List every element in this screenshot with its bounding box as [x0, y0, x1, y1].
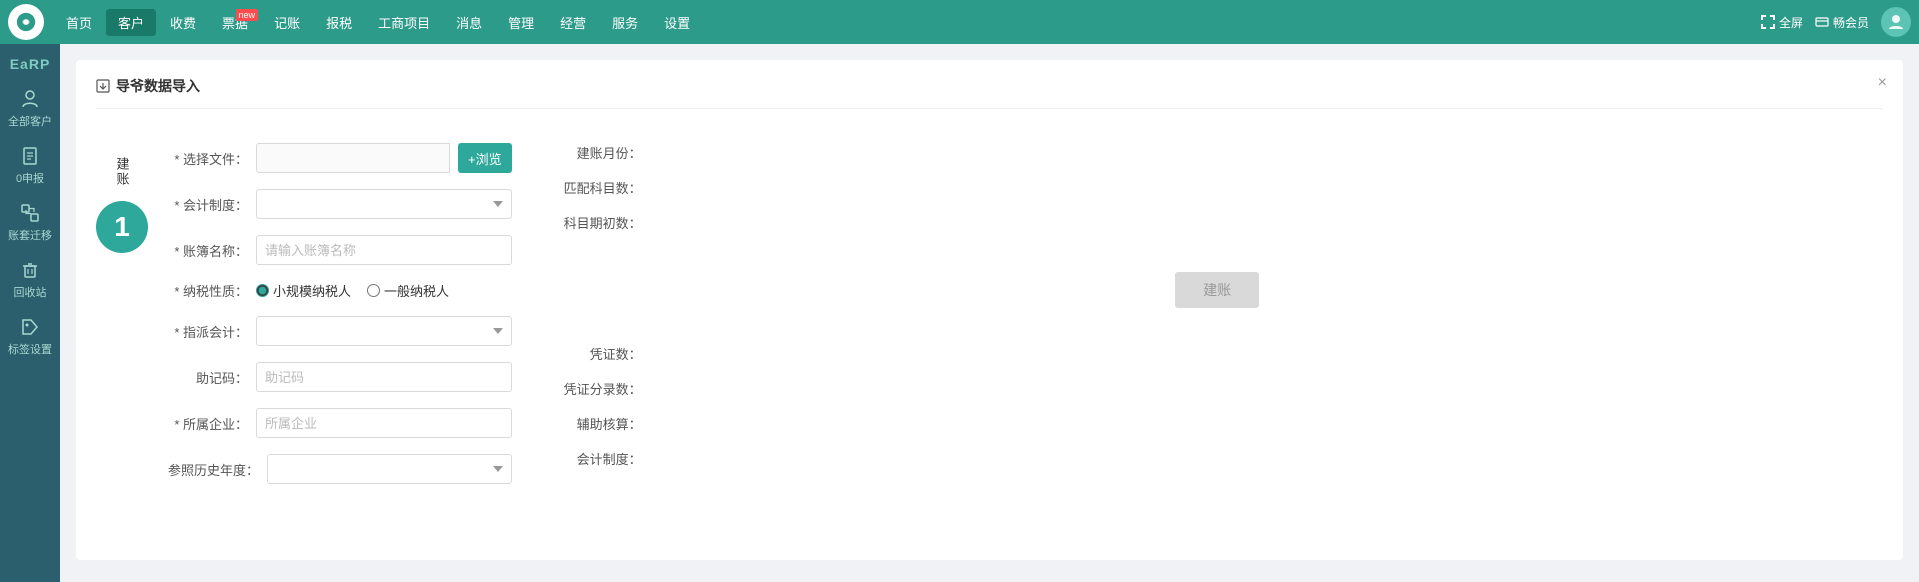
nav-home[interactable]: 首页 [54, 9, 104, 36]
tax-small-option[interactable]: 小规模纳税人 [256, 281, 351, 300]
nav-fees[interactable]: 收费 [158, 9, 208, 36]
ledger-name-input[interactable] [256, 235, 512, 265]
right-accounting-system-label: 会计制度： [552, 449, 642, 468]
match-subjects-row: 匹配科目数： [552, 178, 1883, 197]
company-row: * 所属企业： [168, 408, 512, 438]
main-content: 导爷数据导入 × 建账 1 * 选择文件： +浏览 [60, 44, 1919, 582]
aux-accounting-row: 辅助核算： [552, 414, 1883, 433]
membership-label: 畅会员 [1833, 14, 1869, 31]
sidebar-item-all-customers[interactable]: 全部客户 [0, 80, 60, 137]
sidebar-item-declaration[interactable]: 0申报 [0, 137, 60, 194]
company-label: * 所属企业： [168, 414, 248, 433]
step-label: 建账 [113, 157, 132, 187]
nav-right: 全屏 畅会员 [1761, 7, 1911, 37]
new-badge: new [236, 9, 259, 21]
sidebar-label-tag-settings: 标签设置 [8, 341, 52, 357]
browse-btn[interactable]: +浏览 [458, 143, 512, 173]
file-label: * 选择文件： [168, 149, 248, 168]
voucher-count-label: 凭证数： [552, 344, 642, 363]
tax-general-label: 一般纳税人 [384, 281, 449, 300]
transfer-icon [19, 202, 41, 224]
history-year-label: 参照历史年度： [168, 460, 259, 479]
history-year-select[interactable] [267, 454, 512, 484]
step-indicator: 建账 1 [96, 151, 148, 253]
dialog: 导爷数据导入 × 建账 1 * 选择文件： +浏览 [76, 60, 1903, 560]
form-left: 建账 1 * 选择文件： +浏览 * 会计制度： [96, 143, 512, 500]
person-icon [19, 88, 41, 110]
memo-row: 助记码： [168, 362, 512, 392]
aux-accounting-label: 辅助核算： [552, 414, 642, 433]
sidebar-label-declaration: 0申报 [16, 170, 44, 186]
tax-type-label: * 纳税性质： [168, 281, 248, 300]
voucher-count-row: 凭证数： [552, 344, 1883, 363]
accountant-label: * 指派会计： [168, 322, 248, 341]
fullscreen-btn[interactable]: 全屏 [1761, 14, 1803, 31]
app-logo[interactable] [8, 4, 44, 40]
sidebar: EaRP 全部客户 0申报 [0, 44, 60, 582]
nav-business[interactable]: 工商项目 [366, 9, 442, 36]
memo-input[interactable] [256, 362, 512, 392]
initial-balance-label: 科目期初数： [552, 213, 642, 232]
nav-customers[interactable]: 客户 [106, 9, 156, 36]
sidebar-label-recycle: 回收站 [14, 284, 47, 300]
build-account-btn[interactable]: 建账 [1175, 272, 1259, 308]
dialog-close-btn[interactable]: × [1878, 74, 1887, 92]
file-icon [19, 145, 41, 167]
build-btn-area: 建账 [552, 252, 1883, 328]
match-subjects-label: 匹配科目数： [552, 178, 642, 197]
nav-settings[interactable]: 设置 [652, 9, 702, 36]
trash-icon [19, 259, 41, 281]
file-select-row: * 选择文件： +浏览 [168, 143, 512, 173]
earp-logo: EaRP [10, 52, 51, 80]
tag-icon [19, 316, 41, 338]
file-input[interactable] [256, 143, 450, 173]
sidebar-label-all-customers: 全部客户 [8, 113, 52, 129]
nav-messages[interactable]: 消息 [444, 9, 494, 36]
tax-general-radio[interactable] [367, 284, 380, 297]
company-input[interactable] [256, 408, 512, 438]
nav-operations[interactable]: 经营 [548, 9, 598, 36]
dialog-title: 导爷数据导入 [96, 76, 1883, 109]
tax-small-label: 小规模纳税人 [273, 281, 351, 300]
form-layout: 建账 1 * 选择文件： +浏览 * 会计制度： [96, 133, 1883, 510]
accounting-system-row: * 会计制度： [168, 189, 512, 219]
memo-label: 助记码： [168, 368, 248, 387]
accounting-system-select[interactable] [256, 189, 512, 219]
sidebar-item-recycle[interactable]: 回收站 [0, 251, 60, 308]
nav-items: 首页 客户 收费 票据 new 记账 报税 工商项目 消息 管理 经营 服务 设… [54, 9, 1761, 36]
nav-tickets[interactable]: 票据 new [210, 9, 260, 36]
right-accounting-system-row: 会计制度： [552, 449, 1883, 468]
nav-tax[interactable]: 报税 [314, 9, 364, 36]
accountant-row: * 指派会计： [168, 316, 512, 346]
top-nav: 首页 客户 收费 票据 new 记账 报税 工商项目 消息 管理 经营 服务 设… [0, 0, 1919, 44]
accountant-select[interactable] [256, 316, 512, 346]
import-icon [96, 79, 110, 93]
nav-management[interactable]: 管理 [496, 9, 546, 36]
initial-balance-row: 科目期初数： [552, 213, 1883, 232]
form-fields: * 选择文件： +浏览 * 会计制度： * 账簿名称： [168, 143, 512, 500]
dialog-title-text: 导爷数据导入 [116, 76, 200, 96]
history-year-row: 参照历史年度： [168, 454, 512, 484]
month-label: 建账月份： [552, 143, 642, 162]
tax-general-option[interactable]: 一般纳税人 [367, 281, 449, 300]
ledger-name-row: * 账簿名称： [168, 235, 512, 265]
month-row: 建账月份： [552, 143, 1883, 162]
ledger-name-label: * 账簿名称： [168, 241, 248, 260]
tax-small-radio[interactable] [256, 284, 269, 297]
accounting-system-label: * 会计制度： [168, 195, 248, 214]
nav-services[interactable]: 服务 [600, 9, 650, 36]
nav-accounting[interactable]: 记账 [262, 9, 312, 36]
avatar[interactable] [1881, 7, 1911, 37]
membership-btn[interactable]: 畅会员 [1815, 14, 1869, 31]
sidebar-label-account-migration: 账套迁移 [8, 227, 52, 243]
sidebar-item-tag-settings[interactable]: 标签设置 [0, 308, 60, 365]
fullscreen-label: 全屏 [1779, 14, 1803, 31]
voucher-entries-row: 凭证分录数： [552, 379, 1883, 398]
form-right: 建账月份： 匹配科目数： 科目期初数： 建账 凭证数： [552, 143, 1883, 500]
voucher-entries-label: 凭证分录数： [552, 379, 642, 398]
step-circle: 1 [96, 201, 148, 253]
sidebar-item-account-migration[interactable]: 账套迁移 [0, 194, 60, 251]
tax-type-row: * 纳税性质： 小规模纳税人 一般纳税人 [168, 281, 512, 300]
tax-type-radio-group: 小规模纳税人 一般纳税人 [256, 281, 449, 300]
